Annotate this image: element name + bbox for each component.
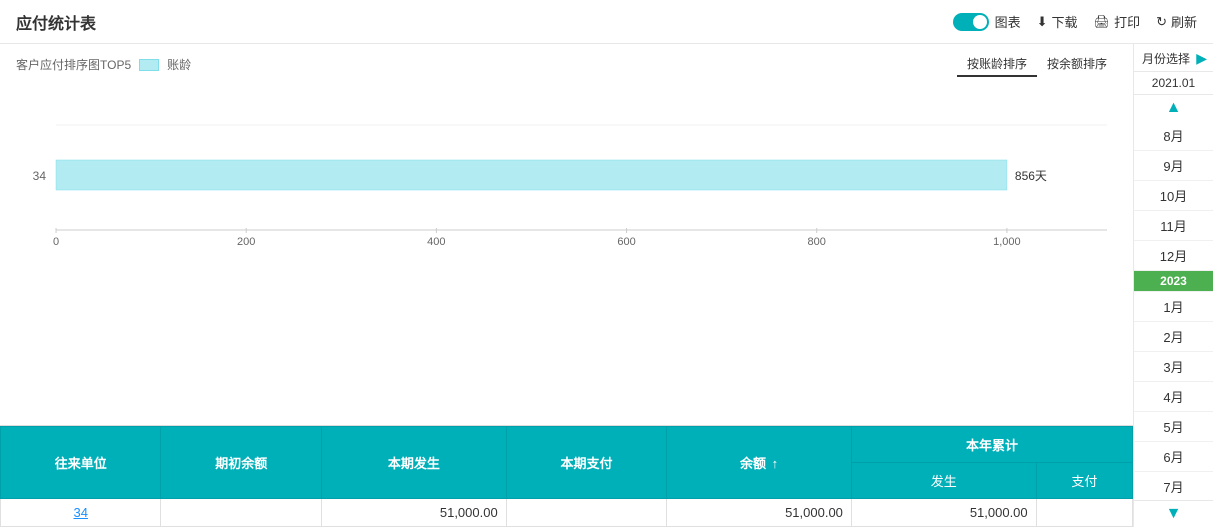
col-niandu-fasheng-header: 发生 <box>851 463 1036 499</box>
bar-rect <box>56 160 1007 190</box>
svg-text:400: 400 <box>427 236 445 248</box>
legend-box <box>139 59 159 71</box>
col-qichu-header: 期初余额 <box>161 427 321 499</box>
svg-text:0: 0 <box>53 236 59 248</box>
y-axis-label: 34 <box>33 169 47 183</box>
page-header: 应付统计表 图表 ⬇ 下载 🖨 打印 ↻ 刷新 <box>0 0 1213 44</box>
table-area: 往来单位 期初余额 本期发生 本期支付 余额 ↑ 本年累计 <box>0 425 1133 527</box>
month-item[interactable]: 5月 <box>1134 412 1213 442</box>
col-niandu-header: 本年累计 <box>851 427 1132 463</box>
yue-sort-icon[interactable]: ↑ <box>772 456 779 471</box>
month-item[interactable]: 4月 <box>1134 382 1213 412</box>
cell-zhifu <box>506 499 666 527</box>
sort-by-balance-button[interactable]: 按余额排序 <box>1037 52 1117 77</box>
month-item[interactable]: 2023 <box>1134 271 1213 292</box>
cell-niandu-zhifu <box>1036 499 1132 527</box>
month-item[interactable]: 2月 <box>1134 322 1213 352</box>
svg-text:800: 800 <box>808 236 826 248</box>
svg-text:1,000: 1,000 <box>993 236 1021 248</box>
download-button[interactable]: ⬇ 下载 <box>1037 12 1078 31</box>
sidebar-up-button[interactable]: ▲ <box>1134 95 1213 121</box>
print-label: 打印 <box>1114 12 1140 31</box>
header-actions: 图表 ⬇ 下载 🖨 打印 ↻ 刷新 <box>953 12 1197 31</box>
bar-end-label: 856天 <box>1015 169 1047 183</box>
month-sidebar: 月份选择 ▶ 2021.01 ▲ 8月9月10月11月12月20231月2月3月… <box>1133 44 1213 527</box>
sidebar-year-display: 2021.01 <box>1134 72 1213 95</box>
chart-legend: 客户应付排序图TOP5 账龄 <box>16 56 191 73</box>
refresh-label: 刷新 <box>1171 12 1197 31</box>
data-table: 往来单位 期初余额 本期发生 本期支付 余额 ↑ 本年累计 <box>0 426 1133 527</box>
download-icon: ⬇ <box>1037 14 1048 30</box>
svg-text:200: 200 <box>237 236 255 248</box>
col-unit-header: 往来单位 <box>1 427 161 499</box>
month-item[interactable]: 6月 <box>1134 442 1213 472</box>
chart-toggle-label: 图表 <box>995 12 1021 31</box>
chart-toggle[interactable] <box>953 13 989 31</box>
col-yue-header: 余额 ↑ <box>667 427 852 499</box>
sidebar-expand-button[interactable]: ▶ <box>1196 50 1207 67</box>
sidebar-header: 月份选择 ▶ <box>1134 44 1213 72</box>
cell-niandu-fasheng: 51,000.00 <box>851 499 1036 527</box>
download-label: 下载 <box>1052 12 1078 31</box>
cell-fasheng: 51,000.00 <box>321 499 506 527</box>
main-content: 客户应付排序图TOP5 账龄 按账龄排序 按余额排序 34 856天 <box>0 44 1213 527</box>
legend-box-label: 账龄 <box>167 56 191 73</box>
table-body: 34 51,000.00 51,000.00 51,000.00 <box>1 499 1133 527</box>
month-item[interactable]: 7月 <box>1134 472 1213 500</box>
sidebar-year-value: 2021.01 <box>1152 76 1195 90</box>
cell-yue: 51,000.00 <box>667 499 852 527</box>
legend-text: 客户应付排序图TOP5 <box>16 56 131 73</box>
sidebar-down-button[interactable]: ▼ <box>1134 500 1213 527</box>
chart-area: 客户应付排序图TOP5 账龄 按账龄排序 按余额排序 34 856天 <box>0 44 1133 527</box>
table-header-row: 往来单位 期初余额 本期发生 本期支付 余额 ↑ 本年累计 <box>1 427 1133 463</box>
table-wrapper: 往来单位 期初余额 本期发生 本期支付 余额 ↑ 本年累计 <box>0 426 1133 527</box>
print-icon: 🖨 <box>1094 14 1111 30</box>
month-item[interactable]: 3月 <box>1134 352 1213 382</box>
month-item[interactable]: 12月 <box>1134 241 1213 271</box>
month-item[interactable]: 9月 <box>1134 151 1213 181</box>
chart-svg-wrap: 34 856天 0 200 400 600 800 <box>0 77 1133 425</box>
yue-label: 余额 <box>740 456 766 471</box>
cell-qichu <box>161 499 321 527</box>
chart-toggle-wrap: 图表 <box>953 12 1021 31</box>
refresh-button[interactable]: ↻ 刷新 <box>1156 12 1197 31</box>
sort-by-age-button[interactable]: 按账龄排序 <box>957 52 1037 77</box>
refresh-icon: ↻ <box>1156 14 1167 30</box>
cell-unit: 34 <box>1 499 161 527</box>
col-zhifu-header: 本期支付 <box>506 427 666 499</box>
month-item[interactable]: 1月 <box>1134 292 1213 322</box>
chart-controls: 客户应付排序图TOP5 账龄 按账龄排序 按余额排序 <box>0 44 1133 77</box>
col-niandu-zhifu-header: 支付 <box>1036 463 1132 499</box>
month-item[interactable]: 8月 <box>1134 121 1213 151</box>
bar-chart: 34 856天 0 200 400 600 800 <box>16 85 1117 285</box>
unit-link[interactable]: 34 <box>74 505 88 520</box>
col-fasheng-header: 本期发生 <box>321 427 506 499</box>
month-item[interactable]: 10月 <box>1134 181 1213 211</box>
month-item[interactable]: 11月 <box>1134 211 1213 241</box>
table-row: 34 51,000.00 51,000.00 51,000.00 <box>1 499 1133 527</box>
sidebar-months: 8月9月10月11月12月20231月2月3月4月5月6月7月 <box>1134 121 1213 500</box>
svg-text:600: 600 <box>617 236 635 248</box>
page-title: 应付统计表 <box>16 10 96 34</box>
sort-buttons: 按账龄排序 按余额排序 <box>957 52 1117 77</box>
print-button[interactable]: 🖨 打印 <box>1094 12 1141 31</box>
sidebar-title: 月份选择 <box>1142 50 1190 67</box>
